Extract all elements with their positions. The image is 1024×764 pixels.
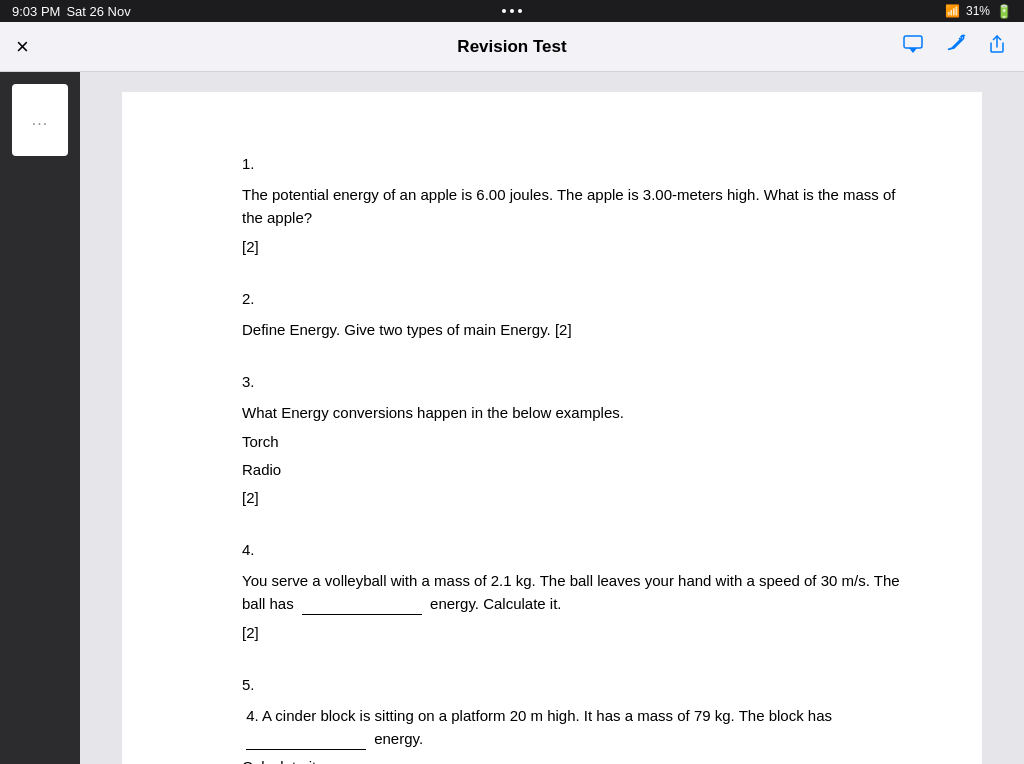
top-bar-right — [902, 33, 1008, 60]
document-page: 1. The potential energy of an apple is 6… — [122, 92, 982, 764]
question-2-number: 2. — [242, 287, 902, 311]
sidebar: ... — [0, 72, 80, 764]
airplay-icon[interactable] — [902, 33, 924, 60]
status-bar: 9:03 PM Sat 26 Nov 📶 31% 🔋 — [0, 0, 1024, 22]
status-bar-center — [502, 9, 522, 13]
question-5-blank — [246, 749, 366, 750]
close-button[interactable]: × — [16, 36, 29, 58]
thumbnail-dots: ... — [32, 111, 48, 129]
status-bar-left: 9:03 PM Sat 26 Nov — [12, 4, 131, 19]
top-bar-left[interactable]: × — [16, 36, 29, 58]
share-icon[interactable] — [986, 33, 1008, 60]
edit-icon[interactable] — [944, 33, 966, 60]
date: Sat 26 Nov — [66, 4, 130, 19]
question-4-blank — [302, 614, 422, 615]
question-5-number: 5. — [242, 673, 902, 697]
dot3 — [518, 9, 522, 13]
question-4-marks: [2] — [242, 621, 902, 645]
question-3-marks: [2] — [242, 486, 902, 510]
page-thumbnail[interactable]: ... — [12, 84, 68, 156]
question-3-radio: Radio — [242, 458, 902, 482]
question-2-text: Define Energy. Give two types of main En… — [242, 319, 902, 342]
question-3-torch: Torch — [242, 430, 902, 454]
battery-indicator: 31% — [966, 4, 990, 18]
question-1-text: The potential energy of an apple is 6.00… — [242, 184, 902, 229]
question-3-number: 3. — [242, 370, 902, 394]
question-3: 3. What Energy conversions happen in the… — [242, 370, 902, 511]
question-1-marks: [2] — [242, 235, 902, 259]
document-title: Revision Test — [457, 37, 566, 57]
question-5: 5. 4. A cinder block is sitting on a pla… — [242, 673, 902, 764]
question-2: 2. Define Energy. Give two types of main… — [242, 287, 902, 342]
question-4: 4. You serve a volleyball with a mass of… — [242, 538, 902, 645]
top-bar: × Revision Test — [0, 22, 1024, 72]
dot1 — [502, 9, 506, 13]
wifi-icon: 📶 — [945, 4, 960, 18]
question-1-number: 1. — [242, 152, 902, 176]
status-bar-right: 📶 31% 🔋 — [945, 4, 1012, 19]
dot2 — [510, 9, 514, 13]
question-4-text: You serve a volleyball with a mass of 2.… — [242, 570, 902, 615]
question-5-text2: Calculate it. — [242, 756, 902, 764]
question-3-text: What Energy conversions happen in the be… — [242, 402, 902, 425]
main-layout: ... 1. The potential energy of an apple … — [0, 72, 1024, 764]
question-1: 1. The potential energy of an apple is 6… — [242, 152, 902, 259]
question-5-text: 4. A cinder block is sitting on a platfo… — [242, 705, 902, 750]
document-area[interactable]: 1. The potential energy of an apple is 6… — [80, 72, 1024, 764]
svg-rect-0 — [904, 36, 922, 48]
time: 9:03 PM — [12, 4, 60, 19]
battery-icon: 🔋 — [996, 4, 1012, 19]
question-4-number: 4. — [242, 538, 902, 562]
svg-marker-1 — [909, 48, 917, 53]
